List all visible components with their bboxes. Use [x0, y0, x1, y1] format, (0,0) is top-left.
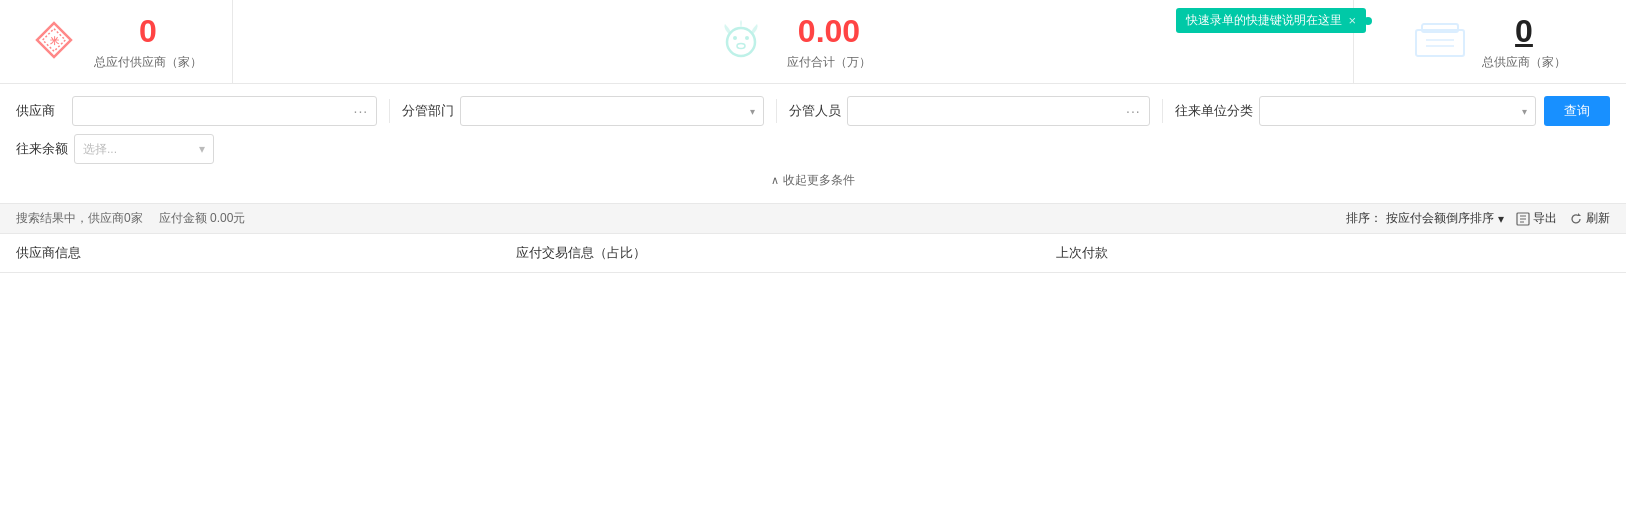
svg-rect-7	[1416, 30, 1464, 56]
divider-2	[776, 99, 777, 123]
refresh-icon	[1569, 212, 1583, 226]
svg-marker-15	[1578, 213, 1581, 216]
sort-arrow-icon: ▾	[1498, 212, 1504, 226]
tooltip-close[interactable]: ×	[1348, 13, 1356, 28]
unit-class-arrow-icon: ▾	[1522, 106, 1527, 117]
refresh-label: 刷新	[1586, 210, 1610, 227]
shortcut-tooltip: 快速录单的快捷键说明在这里 ×	[1176, 8, 1366, 33]
query-button[interactable]: 查询	[1544, 96, 1610, 126]
person-input[interactable]: ···	[847, 96, 1150, 126]
person-filter-group: 分管人员 ···	[789, 96, 1150, 126]
payable-suppliers-count: 0	[139, 12, 157, 50]
dept-label: 分管部门	[402, 102, 454, 120]
total-suppliers-number: 0	[1515, 12, 1533, 50]
balance-label: 往来余额	[16, 140, 68, 158]
collapse-bar: ∧ 收起更多条件	[16, 170, 1610, 191]
results-bar: 搜索结果中，供应商0家 应付金额 0.00元 排序： 按应付会额倒序排序 ▾ 导…	[0, 204, 1626, 234]
col-transaction-info: 应付交易信息（占比）	[516, 244, 1056, 262]
pig-icon	[715, 14, 767, 69]
total-payable-suppliers-stat: 米 0 总应付供应商（家）	[0, 0, 233, 83]
svg-point-5	[745, 36, 749, 40]
results-summary: 搜索结果中，供应商0家 应付金额 0.00元	[16, 210, 245, 227]
dept-arrow-icon: ▾	[750, 106, 755, 117]
supplier-label: 供应商	[16, 102, 66, 120]
sort-label: 排序：	[1346, 210, 1382, 227]
collapse-label: 收起更多条件	[783, 172, 855, 189]
payable-total-label: 应付合计（万）	[787, 54, 871, 71]
dept-filter-group: 分管部门 ▾	[402, 96, 763, 126]
filter-section: 供应商 ··· 分管部门 ▾ 分管人员 ···	[0, 84, 1626, 204]
total-suppliers-stat: 0 总供应商（家）	[1354, 0, 1626, 83]
filter-row-2: 往来余额 选择... ▾	[16, 134, 1610, 164]
results-count: 搜索结果中，供应商0家	[16, 210, 143, 227]
collapse-arrow-icon: ∧	[771, 174, 779, 187]
export-label: 导出	[1533, 210, 1557, 227]
dept-input[interactable]: ▾	[460, 96, 763, 126]
svg-text:米: 米	[49, 36, 60, 46]
col-supplier-info: 供应商信息	[16, 244, 516, 262]
export-icon	[1516, 212, 1530, 226]
balance-arrow-icon: ▾	[199, 142, 205, 156]
table-body	[0, 273, 1626, 473]
payable-total-number: 0.00	[798, 12, 860, 50]
col-last-payment: 上次付款	[1056, 244, 1610, 262]
divider-1	[389, 99, 390, 123]
sort-option: 按应付会额倒序排序	[1386, 210, 1494, 227]
refresh-button[interactable]: 刷新	[1569, 210, 1610, 227]
table-header: 供应商信息 应付交易信息（占比） 上次付款	[0, 234, 1626, 273]
diamond-logo: 米	[30, 16, 78, 67]
filter-row-1: 供应商 ··· 分管部门 ▾ 分管人员 ···	[16, 96, 1610, 126]
supplier-input[interactable]: ···	[72, 96, 377, 126]
results-amount: 应付金额 0.00元	[159, 210, 246, 227]
person-label: 分管人员	[789, 102, 841, 120]
results-actions: 排序： 按应付会额倒序排序 ▾ 导出 刷新	[1346, 210, 1610, 227]
svg-point-6	[737, 44, 745, 49]
unit-class-label: 往来单位分类	[1175, 102, 1253, 120]
supplier-box-icon	[1414, 22, 1466, 61]
balance-placeholder: 选择...	[83, 141, 117, 158]
payable-suppliers-label: 总应付供应商（家）	[94, 54, 202, 71]
export-button[interactable]: 导出	[1516, 210, 1557, 227]
supplier-filter-group: 供应商 ···	[16, 96, 377, 126]
svg-point-3	[727, 28, 755, 56]
balance-select[interactable]: 选择... ▾	[74, 134, 214, 164]
svg-point-4	[733, 36, 737, 40]
stats-bar: 米 0 总应付供应商（家） 0.00	[0, 0, 1626, 84]
unit-class-filter-group: 往来单位分类 ▾	[1175, 96, 1536, 126]
unit-class-input[interactable]: ▾	[1259, 96, 1536, 126]
supplier-dots-icon: ···	[354, 103, 369, 119]
tooltip-text: 快速录单的快捷键说明在这里	[1186, 12, 1342, 29]
total-suppliers-label: 总供应商（家）	[1482, 54, 1566, 71]
sort-control[interactable]: 排序： 按应付会额倒序排序 ▾	[1346, 210, 1504, 227]
person-dots-icon: ···	[1126, 103, 1141, 119]
collapse-button[interactable]: ∧ 收起更多条件	[759, 170, 867, 191]
divider-3	[1162, 99, 1163, 123]
